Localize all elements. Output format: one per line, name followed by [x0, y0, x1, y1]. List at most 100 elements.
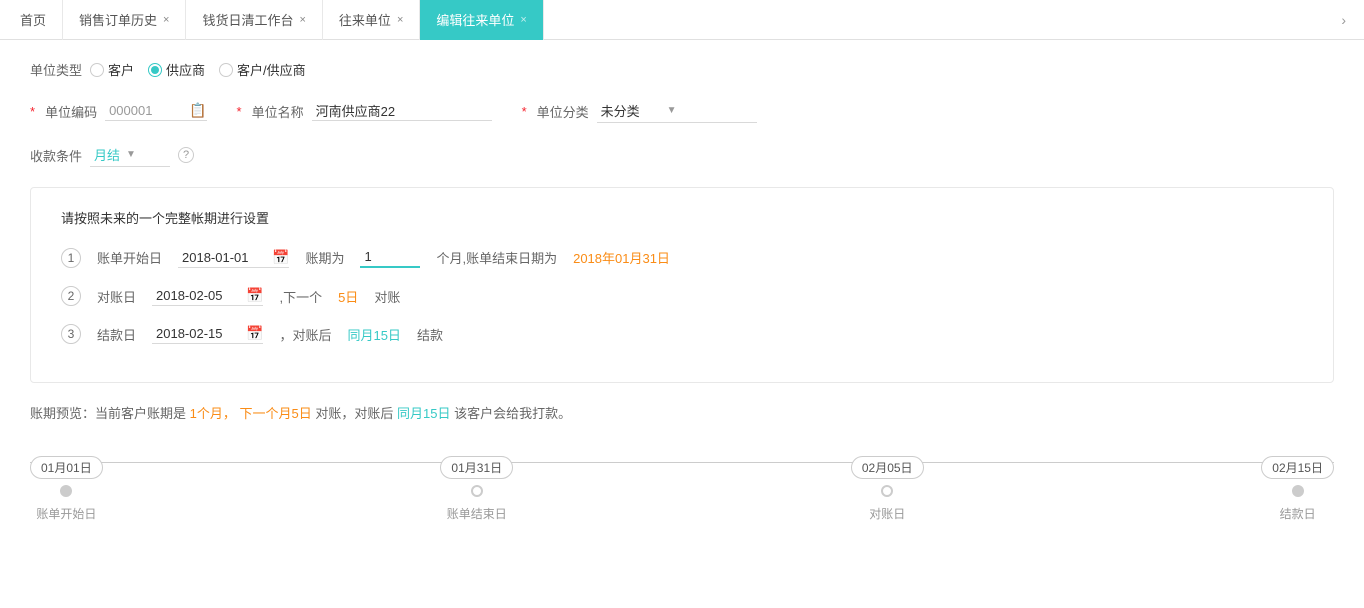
tab-edit-partner-close[interactable]: × — [520, 14, 526, 26]
period-highlight-3: 同月15日 — [347, 325, 400, 344]
payment-terms-select[interactable]: 月结 ▼ — [90, 143, 170, 167]
unit-code-icon[interactable]: 📋 — [189, 102, 206, 119]
period-prefix-3: ，对账后 — [279, 325, 331, 344]
timeline-dot-3 — [881, 485, 893, 497]
period-num-2: 2 — [61, 286, 81, 306]
timeline-item-2: 01月31日 账单结束日 — [440, 456, 513, 522]
help-icon-label: ? — [183, 149, 189, 161]
payment-terms-row: 收款条件 月结 ▼ ? — [30, 143, 1334, 167]
period-box: 请按照未来的一个完整帐期进行设置 1 账单开始日 📅 账期为 个月,账单结束日期… — [30, 187, 1334, 383]
period-suffix-3: 结款 — [417, 325, 443, 344]
period-row-3: 3 结款日 📅 ，对账后 同月15日 结款 — [61, 324, 1303, 344]
radio-customer-circle — [90, 63, 104, 77]
radio-supplier-label: 供应商 — [166, 60, 205, 79]
period-highlight-2: 5日 — [338, 287, 358, 306]
timeline: 01月01日 账单开始日 01月31日 账单结束日 02月05日 对账日 02月… — [30, 446, 1334, 552]
tab-sales-order-label: 销售订单历史 — [79, 10, 157, 29]
timeline-dot-2 — [471, 485, 483, 497]
date-input-1: 📅 — [178, 248, 289, 268]
tab-partners-close[interactable]: × — [397, 14, 403, 26]
tabs-bar: 首页 销售订单历史 × 钱货日清工作台 × 往来单位 × 编辑往来单位 × › — [0, 0, 1364, 40]
period-num-1: 1 — [61, 248, 81, 268]
tab-sales-order[interactable]: 销售订单历史 × — [63, 0, 186, 40]
unit-type-label: 单位类型 — [30, 60, 82, 79]
timeline-label-2: 账单结束日 — [447, 505, 507, 522]
period-field-label-3: 结款日 — [97, 325, 136, 344]
period-suffix-1: 个月,账单结束日期为 — [436, 248, 557, 267]
preview-mid: 对账，对账后 — [315, 406, 393, 421]
page-content: 单位类型 客户 供应商 客户/供应商 — [0, 40, 1364, 608]
unit-code-label: 单位编码 — [45, 102, 97, 121]
unit-category-required: * — [522, 104, 527, 119]
unit-code-item: * 单位编码 📋 — [30, 101, 207, 121]
timeline-dot-4 — [1292, 485, 1304, 497]
tab-partners[interactable]: 往来单位 × — [323, 0, 420, 40]
period-row-2: 2 对账日 📅 ,下一个 5日 对账 — [61, 286, 1303, 306]
unit-name-required: * — [237, 104, 242, 119]
timeline-label-4: 结款日 — [1280, 505, 1316, 522]
help-icon[interactable]: ? — [178, 147, 194, 163]
period-num-3: 3 — [61, 324, 81, 344]
timeline-items: 01月01日 账单开始日 01月31日 账单结束日 02月05日 对账日 02月… — [30, 456, 1334, 522]
preview-part1: 1个月， — [190, 406, 236, 421]
unit-category-arrow: ▼ — [667, 105, 677, 116]
tab-sales-order-close[interactable]: × — [163, 14, 169, 26]
preview-text: 账期预览：当前客户账期是 1个月， 下一个月5日 对账，对账后 同月15日 该客… — [30, 403, 1334, 422]
tabs-scroll-right[interactable]: › — [1333, 12, 1354, 28]
date-field-2[interactable] — [152, 286, 242, 305]
timeline-date-4: 02月15日 — [1261, 456, 1334, 479]
unit-name-input[interactable] — [312, 101, 492, 121]
tab-partners-label: 往来单位 — [339, 10, 391, 29]
preview-part2: 下一个月5日 — [240, 406, 312, 421]
payment-terms-item: 收款条件 月结 ▼ ? — [30, 143, 194, 167]
radio-both-label: 客户/供应商 — [237, 60, 306, 79]
tab-cash-work-label: 钱货日清工作台 — [202, 10, 293, 29]
tab-edit-partner-label: 编辑往来单位 — [436, 10, 514, 29]
radio-supplier-dot — [151, 66, 159, 74]
radio-both[interactable]: 客户/供应商 — [219, 60, 306, 79]
date-input-2: 📅 — [152, 286, 263, 306]
unit-code-input-group: 📋 — [105, 101, 206, 121]
unit-name-item: * 单位名称 — [237, 101, 492, 121]
tab-cash-work[interactable]: 钱货日清工作台 × — [186, 0, 322, 40]
preview-part3: 同月15日 — [397, 406, 450, 421]
period-row-1: 1 账单开始日 📅 账期为 个月,账单结束日期为 2018年01月31日 — [61, 247, 1303, 268]
tab-cash-work-close[interactable]: × — [299, 14, 305, 26]
period-mid-label-1: 账期为 — [305, 248, 344, 267]
preview-suffix: 该客户会给我打款。 — [454, 406, 571, 421]
timeline-date-2: 01月31日 — [440, 456, 513, 479]
period-highlight-1: 2018年01月31日 — [573, 248, 670, 267]
unit-category-select[interactable]: 未分类 ▼ — [597, 99, 757, 123]
unit-category-label: 单位分类 — [537, 102, 589, 121]
calendar-icon-2[interactable]: 📅 — [246, 287, 263, 304]
payment-terms-value: 月结 — [94, 145, 120, 164]
timeline-item-4: 02月15日 结款日 — [1261, 456, 1334, 522]
radio-supplier[interactable]: 供应商 — [148, 60, 205, 79]
period-value-input[interactable] — [360, 247, 420, 268]
unit-category-value: 未分类 — [601, 101, 661, 120]
unit-info-row: * 单位编码 📋 * 单位名称 * 单位分类 未分类 ▼ — [30, 99, 1334, 123]
calendar-icon-3[interactable]: 📅 — [246, 325, 263, 342]
timeline-date-3: 02月05日 — [851, 456, 924, 479]
tab-edit-partner[interactable]: 编辑往来单位 × — [420, 0, 543, 40]
preview-prefix: 账期预览：当前客户账期是 — [30, 406, 186, 421]
tab-home-label: 首页 — [20, 10, 46, 29]
date-field-1[interactable] — [178, 248, 268, 267]
radio-customer[interactable]: 客户 — [90, 60, 134, 79]
unit-code-input[interactable] — [105, 101, 185, 120]
timeline-label-3: 对账日 — [869, 505, 905, 522]
period-prefix-2: ,下一个 — [279, 287, 322, 306]
period-field-label-2: 对账日 — [97, 287, 136, 306]
unit-name-label: 单位名称 — [252, 102, 304, 121]
radio-supplier-circle — [148, 63, 162, 77]
payment-terms-arrow: ▼ — [126, 149, 136, 160]
radio-both-circle — [219, 63, 233, 77]
timeline-item-3: 02月05日 对账日 — [851, 456, 924, 522]
unit-category-item: * 单位分类 未分类 ▼ — [522, 99, 757, 123]
tab-home[interactable]: 首页 — [10, 0, 63, 40]
period-title: 请按照未来的一个完整帐期进行设置 — [61, 208, 1303, 227]
date-field-3[interactable] — [152, 324, 242, 343]
calendar-icon-1[interactable]: 📅 — [272, 249, 289, 266]
date-input-3: 📅 — [152, 324, 263, 344]
unit-type-row: 单位类型 客户 供应商 客户/供应商 — [30, 60, 1334, 79]
